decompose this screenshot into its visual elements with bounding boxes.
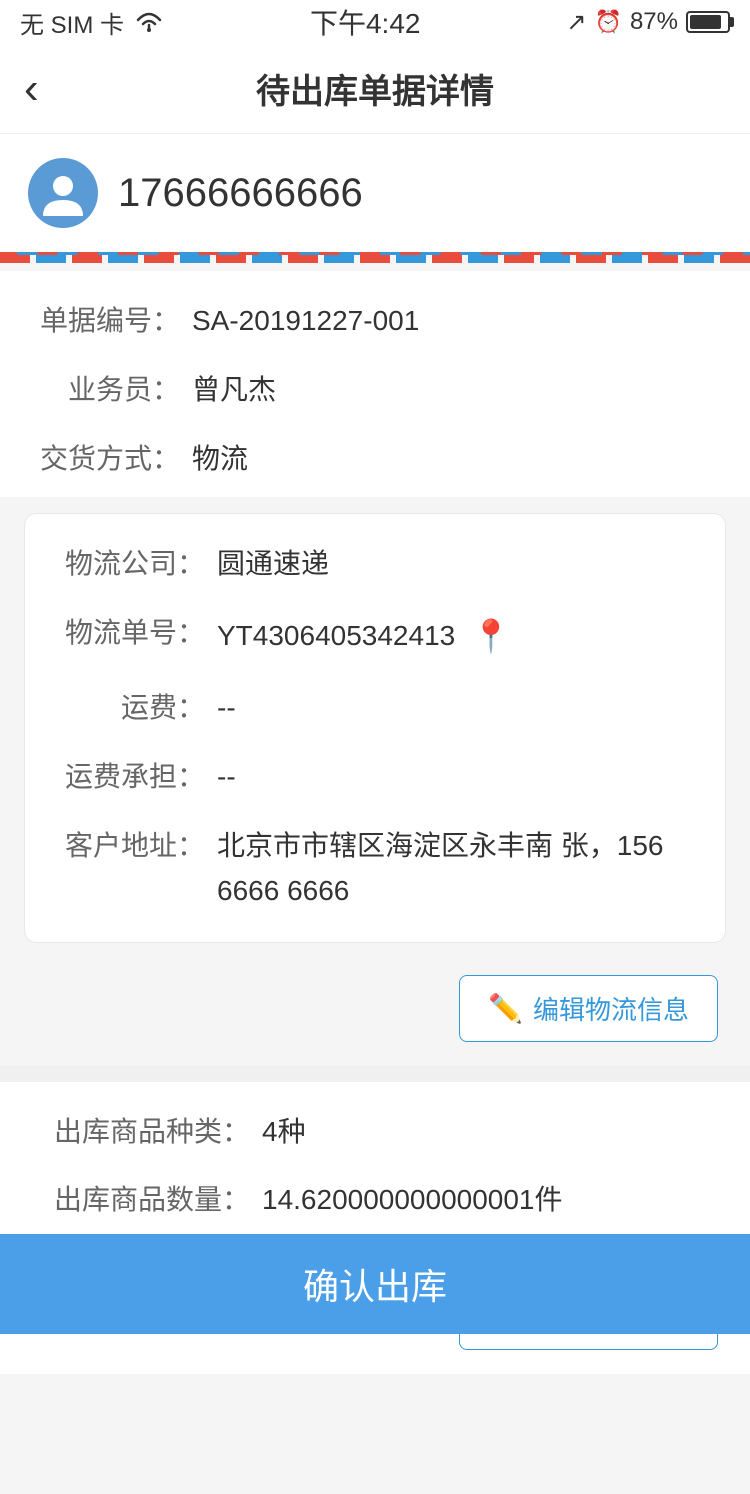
goods-quantity-value: 14.620000000000001件: [262, 1178, 718, 1223]
goods-types-label: 出库商品种类：: [32, 1110, 262, 1155]
bottom-spacer: [0, 1374, 750, 1494]
back-icon: ‹: [24, 64, 39, 114]
logistics-company-label: 物流公司：: [57, 542, 217, 587]
status-right: ↗ ⏰ 87%: [566, 8, 730, 37]
customer-header: 17666666666: [0, 134, 750, 255]
edit-logistics-button[interactable]: ✏️ 编辑物流信息: [459, 975, 718, 1042]
tracking-no-text: YT4306405342413: [217, 614, 455, 659]
wifi-icon: [134, 11, 164, 33]
delivery-method-label: 交货方式：: [32, 437, 192, 482]
back-button[interactable]: ‹: [24, 64, 39, 114]
freight-bearer-label: 运费承担：: [57, 755, 217, 800]
edit-icon: ✏️: [488, 992, 523, 1025]
battery-fill: [690, 15, 721, 29]
goods-section: 出库商品种类： 4种 出库商品数量： 14.620000000000001件: [0, 1082, 750, 1252]
freight-row: 运费： --: [57, 686, 693, 731]
doc-no-value: SA-20191227-001: [192, 299, 718, 344]
nav-bar: ‹ 待出库单据详情: [0, 44, 750, 134]
alarm-icon: ⏰: [595, 9, 622, 35]
tracking-no-label: 物流单号：: [57, 611, 217, 656]
goods-quantity-label: 出库商品数量：: [32, 1178, 262, 1223]
freight-bearer-row: 运费承担： --: [57, 755, 693, 800]
goods-quantity-row: 出库商品数量： 14.620000000000001件: [32, 1178, 718, 1223]
user-icon: [38, 168, 88, 218]
freight-label: 运费：: [57, 686, 217, 731]
logistics-company-value: 圆通速递: [217, 542, 693, 587]
goods-types-row: 出库商品种类： 4种: [32, 1110, 718, 1155]
tracking-no-value-wrapper: YT4306405342413 📍: [217, 611, 693, 662]
confirm-btn-wrapper: 确认出库: [0, 1234, 750, 1334]
customer-phone: 17666666666: [118, 171, 363, 216]
confirm-outbound-button[interactable]: 确认出库: [303, 1258, 447, 1310]
delivery-method-row: 交货方式： 物流: [32, 437, 718, 482]
freight-value: --: [217, 686, 693, 731]
sales-person-row: 业务员： 曾凡杰: [32, 368, 718, 413]
logistics-company-row: 物流公司： 圆通速递: [57, 542, 693, 587]
status-left: 无 SIM 卡: [20, 5, 164, 40]
address-label: 客户地址：: [57, 824, 217, 869]
time-text: 下午4:42: [310, 2, 421, 42]
logistics-section: 物流公司： 圆通速递 物流单号： YT4306405342413 📍 运费： -…: [24, 513, 726, 942]
delivery-method-value: 物流: [192, 437, 718, 482]
sales-person-label: 业务员：: [32, 368, 192, 413]
edit-btn-label: 编辑物流信息: [533, 990, 689, 1027]
carrier-text: 无 SIM 卡: [20, 5, 124, 40]
edit-btn-wrapper: ✏️ 编辑物流信息: [0, 959, 750, 1066]
battery-percent: 87%: [630, 8, 678, 36]
status-bar: 无 SIM 卡 下午4:42 ↗ ⏰ 87%: [0, 0, 750, 44]
address-value: 北京市市辖区海淀区永丰南 张，156 6666 6666: [217, 824, 693, 914]
sales-person-value: 曾凡杰: [192, 368, 718, 413]
map-pin-icon[interactable]: 📍: [471, 611, 511, 662]
location-icon: ↗: [566, 8, 586, 37]
section-divider-1: [0, 1066, 750, 1082]
goods-types-value: 4种: [262, 1110, 718, 1155]
doc-no-label: 单据编号：: [32, 299, 192, 344]
avatar: [28, 158, 98, 228]
basic-info-section: 单据编号： SA-20191227-001 业务员： 曾凡杰 交货方式： 物流: [0, 271, 750, 497]
doc-no-row: 单据编号： SA-20191227-001: [32, 299, 718, 344]
freight-bearer-value: --: [217, 755, 693, 800]
tracking-no-row: 物流单号： YT4306405342413 📍: [57, 611, 693, 662]
battery-icon: [686, 11, 730, 33]
dashed-divider: [0, 255, 750, 263]
page-title: 待出库单据详情: [256, 64, 494, 113]
address-row: 客户地址： 北京市市辖区海淀区永丰南 张，156 6666 6666: [57, 824, 693, 914]
